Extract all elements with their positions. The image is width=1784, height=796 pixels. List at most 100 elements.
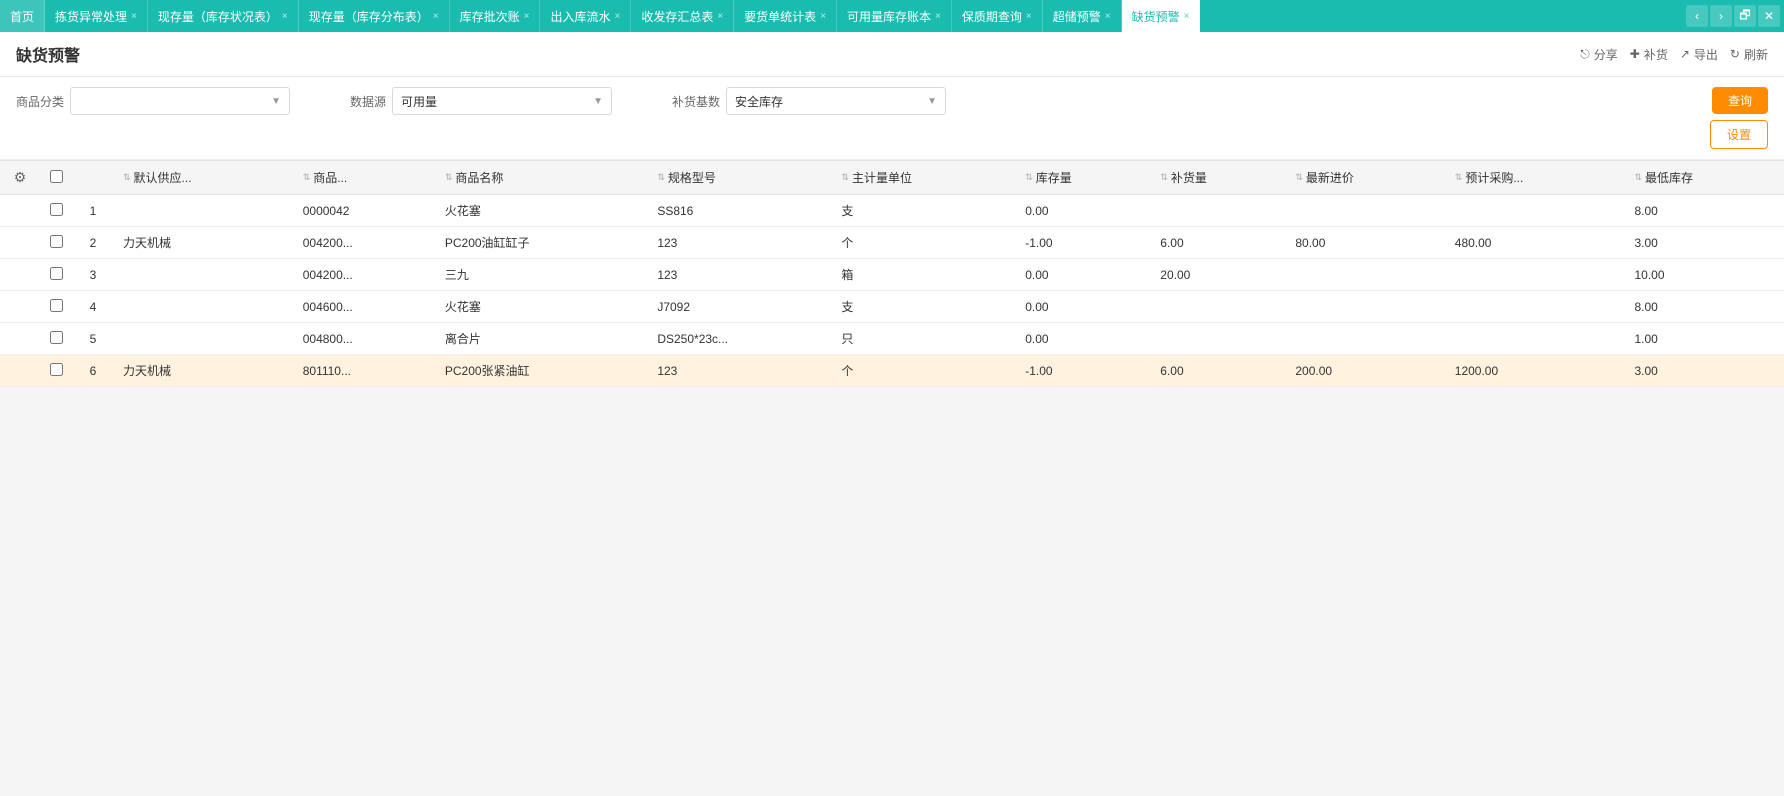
close-batch-account-tab[interactable]: × — [524, 11, 530, 22]
row-latest-price-cell — [1285, 291, 1444, 323]
col-header-product-name[interactable]: ⇅ 商品名称 — [435, 161, 647, 195]
col-header-spec-label: 规格型号 — [668, 169, 716, 186]
export-button[interactable]: ↗ 导出 — [1680, 46, 1718, 63]
row-product-code-cell: 0000042 — [293, 195, 435, 227]
nav-tab-inout-flow-label: 出入库流水 — [550, 8, 610, 25]
share-button[interactable]: ⎋ 分享 — [1580, 46, 1618, 63]
close-inventory-dist-tab[interactable]: × — [433, 11, 439, 22]
row-replenish-cell: 20.00 — [1150, 259, 1285, 291]
nav-tab-shortage-warning[interactable]: 缺货预警 × — [1122, 0, 1201, 32]
close-inout-flow-tab[interactable]: × — [614, 11, 620, 22]
filters-section: 商品分类 ▼ 数据源 可用量 ▼ 补货基数 — [0, 77, 1784, 160]
row-est-purchase-cell: 1200.00 — [1445, 355, 1625, 387]
nav-restore-button[interactable]: 🗗 — [1734, 5, 1756, 27]
col-header-est-purchase-content: ⇅ 预计采购... — [1455, 169, 1615, 186]
row-min-stock-cell: 1.00 — [1625, 323, 1784, 355]
nav-tab-inventory-dist[interactable]: 现存量（库存分布表） × — [299, 0, 450, 32]
nav-tab-receive-summary-label: 收发存汇总表 — [641, 8, 713, 25]
row-stock-cell: 0.00 — [1015, 259, 1150, 291]
nav-tab-inventory-dist-label: 现存量（库存分布表） — [309, 8, 429, 25]
col-sort-est-purchase-icon: ⇅ — [1455, 172, 1463, 183]
row-unit-cell: 只 — [831, 323, 1015, 355]
col-header-unit-label: 主计量单位 — [852, 169, 912, 186]
row-latest-price-cell: 80.00 — [1285, 227, 1444, 259]
nav-tab-receive-summary[interactable]: 收发存汇总表 × — [631, 0, 734, 32]
category-select[interactable]: ▼ — [70, 87, 290, 115]
select-all-checkbox[interactable] — [50, 170, 63, 183]
datasource-select-text: 可用量 — [401, 93, 589, 110]
nav-prev-button[interactable]: ‹ — [1686, 5, 1708, 27]
nav-tab-order-stats[interactable]: 要货单统计表 × — [734, 0, 837, 32]
replenish-button[interactable]: ✚ 补货 — [1630, 46, 1668, 63]
row-checkbox-2[interactable] — [50, 267, 63, 280]
close-receive-summary-tab[interactable]: × — [717, 11, 723, 22]
row-checkbox-cell[interactable] — [40, 259, 73, 291]
row-spec-cell: J7092 — [647, 291, 831, 323]
row-checkbox-1[interactable] — [50, 235, 63, 248]
refresh-button[interactable]: ↻ 刷新 — [1730, 46, 1768, 63]
row-product-name-cell: 离合片 — [435, 323, 647, 355]
col-header-stock[interactable]: ⇅ 库存量 — [1015, 161, 1150, 195]
close-exception-tab[interactable]: × — [131, 11, 137, 22]
col-sort-product-code-icon: ⇅ — [303, 172, 311, 183]
nav-tab-batch-account-label: 库存批次账 — [460, 8, 520, 25]
col-header-latest-price[interactable]: ⇅ 最新进价 — [1285, 161, 1444, 195]
nav-tab-exception[interactable]: 拣货异常处理 × — [45, 0, 148, 32]
row-checkbox-cell[interactable] — [40, 291, 73, 323]
close-expiry-query-tab[interactable]: × — [1026, 11, 1032, 22]
col-header-supplier[interactable]: ⇅ 默认供应... — [113, 161, 293, 195]
col-header-gear[interactable]: ⚙ — [0, 161, 40, 195]
settings-button[interactable]: 设置 — [1710, 120, 1768, 149]
datasource-dropdown-arrow-icon: ▼ — [593, 96, 603, 107]
row-checkbox-cell[interactable] — [40, 195, 73, 227]
nav-tab-home[interactable]: 首页 — [0, 0, 45, 32]
refresh-label: 刷新 — [1744, 46, 1768, 63]
col-header-spec[interactable]: ⇅ 规格型号 — [647, 161, 831, 195]
row-checkbox-4[interactable] — [50, 331, 63, 344]
col-header-supplier-content: ⇅ 默认供应... — [123, 169, 283, 186]
replenish-icon: ✚ — [1630, 47, 1640, 61]
row-num-cell: 2 — [73, 227, 113, 259]
nav-next-button[interactable]: › — [1710, 5, 1732, 27]
datasource-select[interactable]: 可用量 ▼ — [392, 87, 612, 115]
nav-tab-overstock-warning[interactable]: 超储预警 × — [1043, 0, 1122, 32]
col-header-est-purchase[interactable]: ⇅ 预计采购... — [1445, 161, 1625, 195]
nav-tab-inventory-status[interactable]: 现存量（库存状况表） × — [148, 0, 299, 32]
row-gear-cell — [0, 291, 40, 323]
row-checkbox-cell[interactable] — [40, 323, 73, 355]
row-replenish-cell — [1150, 195, 1285, 227]
replenish-basis-dropdown-arrow-icon: ▼ — [927, 96, 937, 107]
close-available-ledger-tab[interactable]: × — [935, 11, 941, 22]
nav-tab-batch-account[interactable]: 库存批次账 × — [450, 0, 541, 32]
replenish-basis-select[interactable]: 安全库存 ▼ — [726, 87, 946, 115]
page-header: 缺货预警 ⎋ 分享 ✚ 补货 ↗ 导出 ↻ 刷新 — [0, 32, 1784, 77]
col-header-product-code[interactable]: ⇅ 商品... — [293, 161, 435, 195]
col-header-replenish[interactable]: ⇅ 补货量 — [1150, 161, 1285, 195]
col-sort-spec-icon: ⇅ — [657, 172, 665, 183]
nav-tab-available-ledger[interactable]: 可用量库存账本 × — [837, 0, 952, 32]
col-header-min-stock-content: ⇅ 最低库存 — [1635, 169, 1775, 186]
row-checkbox-5[interactable] — [50, 363, 63, 376]
nav-tab-inout-flow[interactable]: 出入库流水 × — [540, 0, 631, 32]
row-min-stock-cell: 3.00 — [1625, 355, 1784, 387]
col-header-stock-content: ⇅ 库存量 — [1025, 169, 1140, 186]
row-checkbox-0[interactable] — [50, 203, 63, 216]
row-unit-cell: 箱 — [831, 259, 1015, 291]
col-header-min-stock[interactable]: ⇅ 最低库存 — [1625, 161, 1784, 195]
close-inventory-status-tab[interactable]: × — [282, 11, 288, 22]
nav-close-button[interactable]: ✕ — [1758, 5, 1780, 27]
col-header-checkbox[interactable] — [40, 161, 73, 195]
nav-tab-expiry-query[interactable]: 保质期查询 × — [952, 0, 1043, 32]
close-shortage-warning-tab[interactable]: × — [1184, 11, 1190, 22]
row-checkbox-cell[interactable] — [40, 355, 73, 387]
col-header-unit[interactable]: ⇅ 主计量单位 — [831, 161, 1015, 195]
close-order-stats-tab[interactable]: × — [820, 11, 826, 22]
row-checkbox-cell[interactable] — [40, 227, 73, 259]
gear-icon[interactable]: ⚙ — [14, 169, 27, 185]
close-overstock-warning-tab[interactable]: × — [1105, 11, 1111, 22]
row-checkbox-3[interactable] — [50, 299, 63, 312]
table-row: 2 力天机械 004200... PC200油缸缸子 123 个 -1.00 6… — [0, 227, 1784, 259]
row-est-purchase-cell — [1445, 195, 1625, 227]
row-spec-cell: 123 — [647, 259, 831, 291]
query-button[interactable]: 查询 — [1712, 87, 1768, 114]
